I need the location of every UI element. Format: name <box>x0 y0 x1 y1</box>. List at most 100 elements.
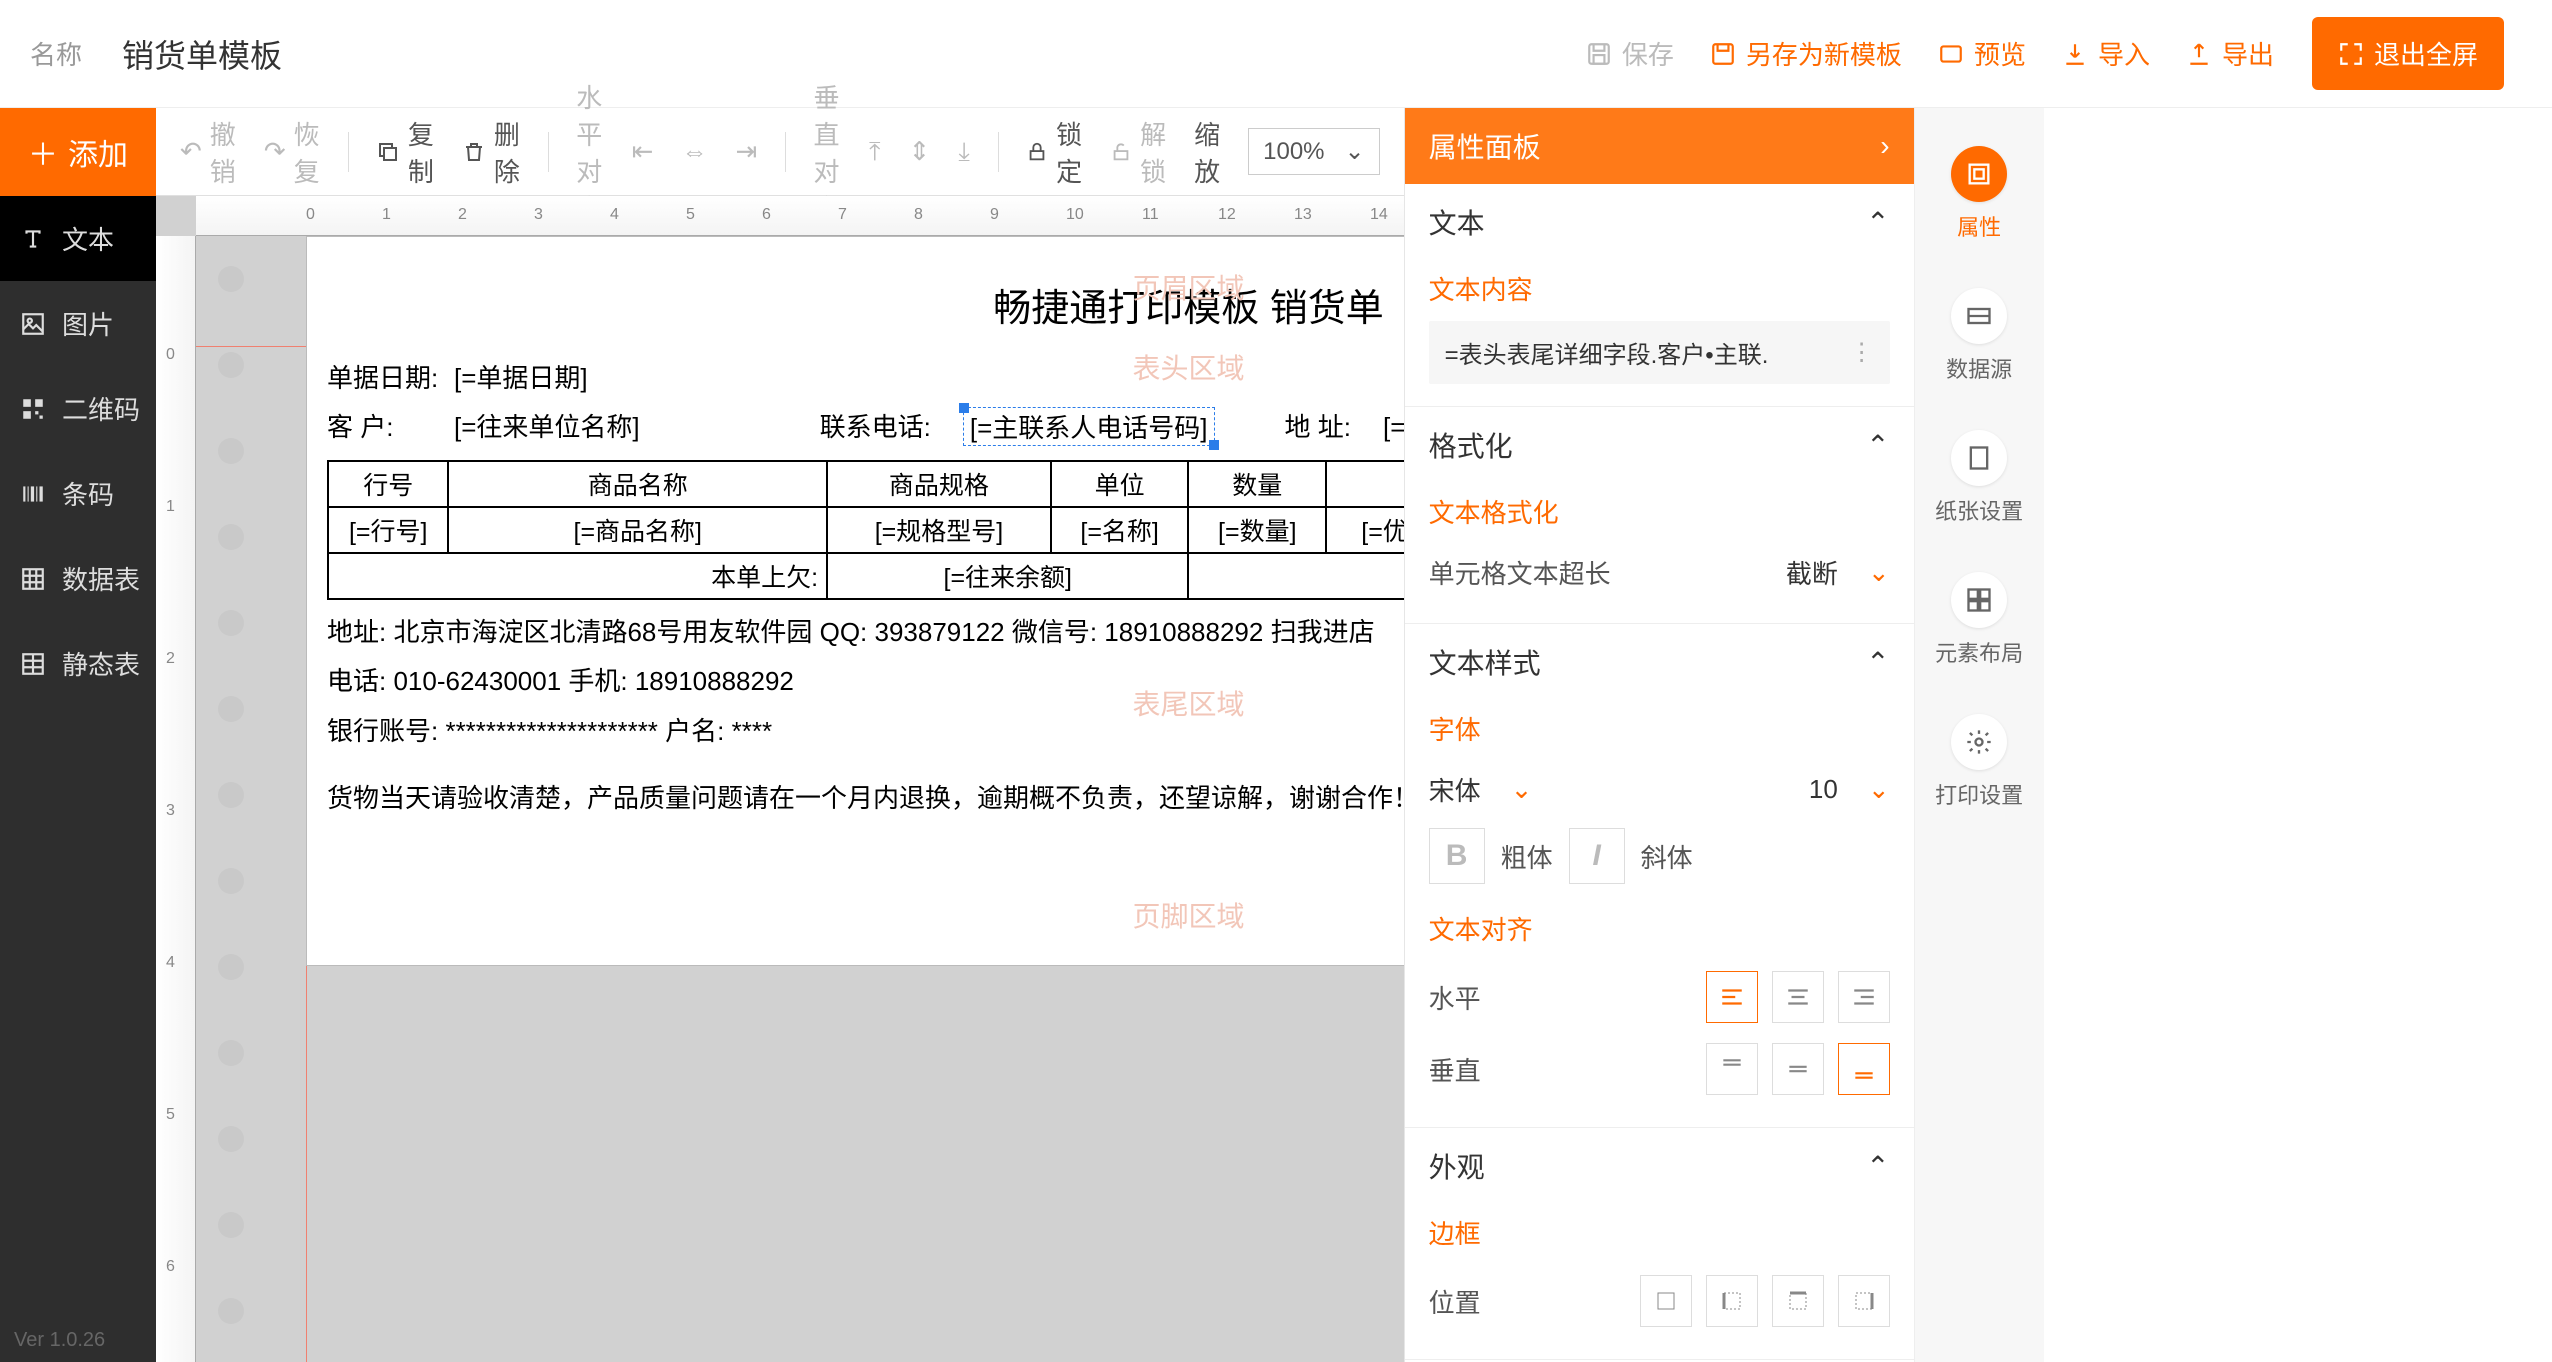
date-value[interactable]: [=单据日期] <box>454 358 588 395</box>
section-pagefooter: 页脚区域 <box>1132 895 1244 935</box>
save-as-button[interactable]: 另存为新模板 <box>1710 35 1902 72</box>
table-header[interactable]: 行号 <box>328 461 448 507</box>
section-format-head[interactable]: 格式化⌃ <box>1405 407 1914 483</box>
table-header[interactable]: 商品名称 <box>448 461 827 507</box>
datatable-icon <box>20 566 46 592</box>
redo-icon: ↷ <box>264 136 286 167</box>
tab-datasource[interactable]: 数据源 <box>1915 270 2044 402</box>
h-align-center[interactable] <box>1772 971 1824 1023</box>
export-button[interactable]: 导出 <box>2186 35 2274 72</box>
v-align-top[interactable] <box>1706 1043 1758 1095</box>
page-num[interactable]: [=页码: 第n页 | 共n页] <box>327 834 1404 871</box>
align-middle-icon[interactable]: ⇕ <box>909 136 931 167</box>
left-item-text[interactable]: 文本 <box>0 196 156 281</box>
customer-label[interactable]: 客 户: <box>327 407 442 446</box>
table-header[interactable]: 商品规格 <box>827 461 1051 507</box>
lock-icon <box>1026 141 1048 163</box>
tab-properties[interactable]: 属性 <box>1915 128 2044 260</box>
table-cell[interactable]: [=规格型号] <box>827 507 1051 553</box>
font-family-select[interactable]: 宋体⌄ <box>1429 771 1533 808</box>
redo-button[interactable]: ↷恢复 <box>264 115 320 189</box>
delete-button[interactable]: 删除 <box>462 115 520 189</box>
overflow-row[interactable]: 单元格文本超长 截断⌄ <box>1429 544 1890 601</box>
border-right[interactable] <box>1838 1275 1890 1327</box>
table-header[interactable]: 数量 <box>1188 461 1326 507</box>
align-top-icon[interactable]: ⤒ <box>869 136 881 168</box>
left-item-statictable[interactable]: 静态表 <box>0 621 156 706</box>
tab-print[interactable]: 打印设置 <box>1915 696 2044 828</box>
align-left-icon[interactable]: ⇤ <box>632 136 654 167</box>
section-style-head[interactable]: 文本样式⌃ <box>1405 624 1914 700</box>
table-cell[interactable]: [=优惠前单价] <box>1326 507 1403 553</box>
lock-button[interactable]: 锁定 <box>1026 115 1082 189</box>
table-cell[interactable]: [=名称] <box>1051 507 1189 553</box>
template-title[interactable]: 销货单模板 <box>122 31 282 77</box>
border-top[interactable] <box>1772 1275 1824 1327</box>
section-pageheader: 页眉区域 <box>1132 267 1244 307</box>
preview-button[interactable]: 预览 <box>1938 35 2026 72</box>
text-content-label: 文本内容 <box>1429 270 1890 307</box>
amount-label[interactable]: 成交金额: <box>1188 553 1403 599</box>
table-header[interactable]: 单价 <box>1326 461 1403 507</box>
footer-text-block[interactable]: 地址: 北京市海淀区北清路68号用友软件园 QQ: 393879122 微信号:… <box>327 608 1404 824</box>
left-item-datatable[interactable]: 数据表 <box>0 536 156 621</box>
section-text-head[interactable]: 文本⌃ <box>1405 184 1914 260</box>
text-icon <box>20 226 46 252</box>
phone-value-selected[interactable]: [=主联系人电话号码] <box>963 407 1215 446</box>
copy-button[interactable]: 复制 <box>376 115 434 189</box>
copy-icon <box>376 140 400 164</box>
save-button[interactable]: 保存 <box>1586 35 1674 72</box>
right-tabs: 属性 数据源 纸张设置 元素布局 打印设置 <box>1914 108 2044 1362</box>
more-icon[interactable]: ⋮ <box>1850 338 1874 367</box>
unlock-button[interactable]: 解锁 <box>1110 115 1166 189</box>
owe-label[interactable]: 本单上欠: <box>328 553 827 599</box>
page-template[interactable]: 页眉区域 畅捷通打印模板 销货单 表头区域 单据日期:[=单据日期] 单据编号:… <box>306 236 1404 966</box>
align-center-icon[interactable]: ⇔ <box>681 136 707 167</box>
table-header[interactable]: 单位 <box>1051 461 1189 507</box>
align-bottom-icon[interactable]: ⤓ <box>958 136 970 168</box>
chevron-up-icon: ⌃ <box>1866 206 1889 239</box>
import-button[interactable]: 导入 <box>2062 35 2150 72</box>
zoom-select[interactable]: 100%⌄ <box>1248 128 1380 175</box>
font-size-select[interactable]: 10⌄ <box>1809 774 1890 805</box>
toolbar: ↶撤销 ↷恢复 复制 删除 水平对齐 ⇤ ⇔ ⇥ 垂直对齐 ⤒ ⇕ ⤓ 锁定 解… <box>156 108 1404 196</box>
h-align-left[interactable] <box>1706 971 1758 1023</box>
v-align-middle[interactable] <box>1772 1043 1824 1095</box>
border-left[interactable] <box>1706 1275 1758 1327</box>
ruler-vertical: 012345678 <box>156 236 196 1362</box>
italic-button[interactable]: I <box>1569 828 1625 884</box>
left-item-barcode[interactable]: 条码 <box>0 451 156 536</box>
plus-icon: ＋ <box>28 130 58 174</box>
undo-button[interactable]: ↶撤销 <box>180 115 236 189</box>
tab-paper[interactable]: 纸张设置 <box>1915 412 2044 544</box>
phone-label[interactable]: 联系电话: <box>820 407 931 446</box>
addr-value[interactable]: [=主联系人地址] <box>1383 407 1404 446</box>
data-table[interactable]: 行号商品名称商品规格单位数量单价金额备注 [=行号][=商品名称][=规格型号]… <box>327 460 1404 600</box>
align-right-icon[interactable]: ⇥ <box>735 136 757 167</box>
chevron-down-icon: ⌄ <box>1511 774 1533 805</box>
left-item-image[interactable]: 图片 <box>0 281 156 366</box>
v-align-bottom[interactable] <box>1838 1043 1890 1095</box>
h-align-right[interactable] <box>1838 971 1890 1023</box>
section-appearance-head[interactable]: 外观⌃ <box>1405 1128 1914 1204</box>
table-cell[interactable]: [=数量] <box>1188 507 1326 553</box>
date-label[interactable]: 单据日期: <box>327 358 442 395</box>
chevron-right-icon[interactable]: › <box>1880 130 1889 162</box>
ruler-horizontal: 01234567891011121314151617181920212223 <box>196 196 1404 236</box>
table-cell[interactable]: [=行号] <box>328 507 448 553</box>
border-label: 边框 <box>1429 1214 1890 1251</box>
props-header[interactable]: 属性面板 › <box>1405 108 1914 184</box>
trash-icon <box>462 140 486 164</box>
addr-label[interactable]: 地 址: <box>1285 407 1351 446</box>
tab-layout[interactable]: 元素布局 <box>1915 554 2044 686</box>
table-cell[interactable]: [=商品名称] <box>448 507 827 553</box>
owe-value[interactable]: [=往来余额] <box>827 553 1188 599</box>
text-content-input[interactable]: =表头表尾详细字段.客户•主联.⋮ <box>1429 321 1890 384</box>
exit-fullscreen-button[interactable]: 退出全屏 <box>2312 17 2504 90</box>
left-item-qrcode[interactable]: 二维码 <box>0 366 156 451</box>
canvas-area[interactable]: 01234567891011121314151617181920212223 0… <box>156 196 1404 1362</box>
customer-value[interactable]: [=往来单位名称] <box>454 407 640 446</box>
border-all[interactable] <box>1640 1275 1692 1327</box>
bold-button[interactable]: B <box>1429 828 1485 884</box>
add-button[interactable]: ＋ 添加 <box>0 108 156 196</box>
